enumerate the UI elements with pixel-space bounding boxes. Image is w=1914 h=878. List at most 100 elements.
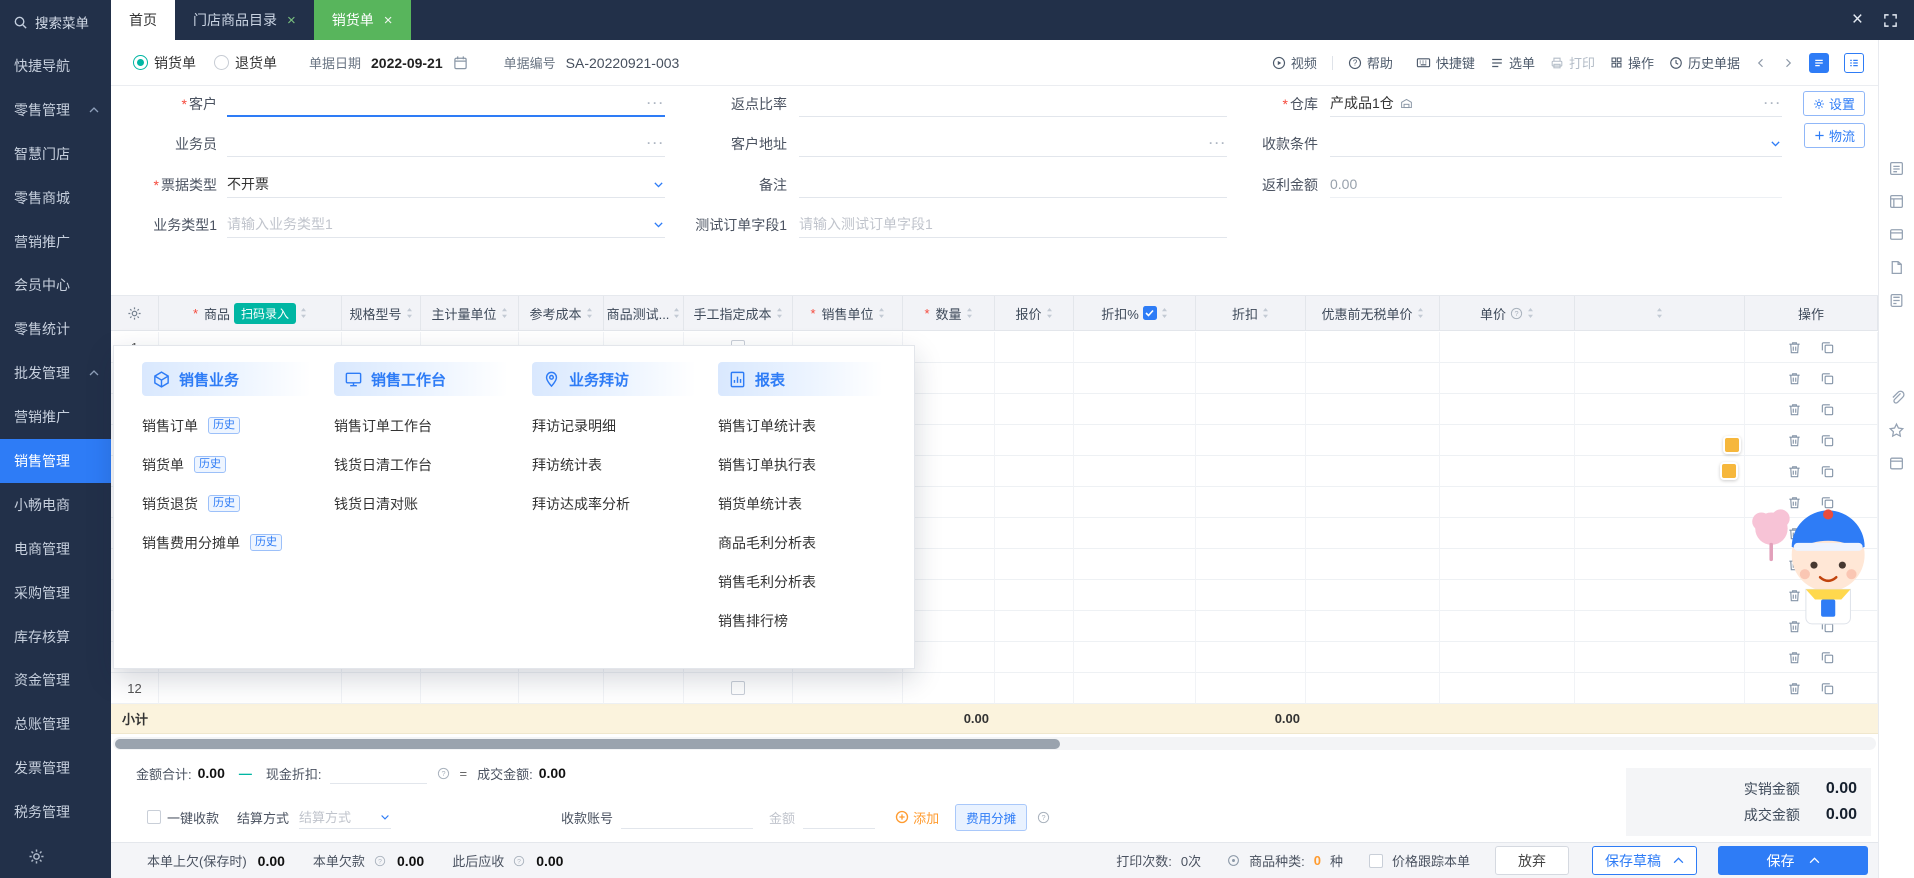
column-header-商品[interactable]: * 商品 扫码录入 bbox=[159, 296, 342, 330]
table-cell[interactable] bbox=[1575, 487, 1745, 518]
popup-menu-item[interactable]: 销售订单工作台 bbox=[334, 406, 532, 445]
copy-row-icon[interactable] bbox=[1820, 433, 1835, 448]
copy-row-icon[interactable] bbox=[1820, 340, 1835, 355]
doc-type-radio-return[interactable]: 退货单 bbox=[214, 53, 277, 73]
column-header-单价[interactable]: 单价? bbox=[1440, 296, 1575, 330]
column-header-规格型号[interactable]: 规格型号 bbox=[342, 296, 421, 330]
table-cell[interactable] bbox=[995, 394, 1074, 425]
save-draft-button[interactable]: 保存草稿 bbox=[1592, 846, 1697, 875]
table-cell[interactable] bbox=[1196, 363, 1306, 394]
table-cell[interactable] bbox=[1306, 487, 1440, 518]
tab-close-icon[interactable]: × bbox=[287, 13, 296, 28]
table-cell[interactable] bbox=[995, 425, 1074, 456]
copy-row-icon[interactable] bbox=[1820, 681, 1835, 696]
table-cell[interactable] bbox=[1306, 363, 1440, 394]
table-cell[interactable] bbox=[1196, 332, 1306, 363]
history-badge[interactable]: 历史 bbox=[250, 534, 282, 551]
table-cell[interactable] bbox=[342, 673, 421, 704]
customer-input[interactable]: ··· bbox=[227, 90, 665, 117]
table-cell[interactable] bbox=[1575, 518, 1745, 549]
delete-row-icon[interactable] bbox=[1787, 402, 1802, 417]
tab-home[interactable]: 首页 bbox=[111, 0, 175, 40]
table-cell[interactable] bbox=[1440, 332, 1575, 363]
table-cell[interactable] bbox=[1440, 394, 1575, 425]
address-input[interactable]: ··· bbox=[799, 130, 1227, 157]
column-header-销售单位[interactable]: * 销售单位 bbox=[793, 296, 903, 330]
table-cell[interactable] bbox=[1745, 673, 1878, 704]
help-icon[interactable]: ? bbox=[437, 767, 450, 780]
table-cell[interactable] bbox=[1196, 518, 1306, 549]
table-cell[interactable] bbox=[1440, 611, 1575, 642]
copy-row-icon[interactable] bbox=[1820, 650, 1835, 665]
discard-button[interactable]: 放弃 bbox=[1495, 846, 1569, 875]
table-cell[interactable] bbox=[1196, 673, 1306, 704]
table-cell[interactable] bbox=[1440, 363, 1575, 394]
column-header-折扣%[interactable]: 折扣% bbox=[1074, 296, 1196, 330]
table-cell[interactable] bbox=[903, 642, 995, 673]
table-cell[interactable] bbox=[995, 518, 1074, 549]
table-cell[interactable] bbox=[1440, 549, 1575, 580]
column-header-主计量单位[interactable]: 主计量单位 bbox=[421, 296, 519, 330]
table-cell[interactable] bbox=[1575, 673, 1745, 704]
add-payment-link[interactable]: 添加 bbox=[895, 808, 939, 827]
table-cell[interactable] bbox=[1196, 425, 1306, 456]
assistant-mascot[interactable] bbox=[1720, 436, 1881, 636]
sidebar-item-3[interactable]: 零售商城 bbox=[0, 176, 111, 220]
doc-type-radio-sale[interactable]: 销货单 bbox=[133, 53, 196, 73]
delete-row-icon[interactable] bbox=[1787, 681, 1802, 696]
popup-menu-item[interactable]: 销货单 历史 bbox=[142, 445, 334, 484]
popup-menu-item[interactable]: 销售排行榜 bbox=[718, 601, 906, 640]
account-input[interactable] bbox=[621, 805, 754, 829]
tab-close-icon[interactable]: × bbox=[384, 13, 393, 28]
payterm-select[interactable] bbox=[1330, 130, 1782, 157]
invoice-type-select[interactable]: 不开票 bbox=[227, 171, 665, 198]
operations-button[interactable]: 操作 bbox=[1610, 53, 1654, 72]
table-cell[interactable] bbox=[1440, 456, 1575, 487]
hotkeys-button[interactable]: 快捷键 bbox=[1416, 53, 1475, 72]
table-cell[interactable] bbox=[1074, 611, 1196, 642]
sidebar-item-17[interactable]: 税务管理 bbox=[0, 790, 111, 834]
table-cell[interactable] bbox=[995, 332, 1074, 363]
video-button[interactable]: 视频 bbox=[1272, 53, 1317, 72]
star-icon[interactable] bbox=[1887, 420, 1907, 440]
popup-menu-item[interactable]: 销售订单 历史 bbox=[142, 406, 334, 445]
table-cell[interactable] bbox=[1306, 642, 1440, 673]
sidebar-item-0[interactable]: 快捷导航 bbox=[0, 44, 111, 88]
table-cell[interactable] bbox=[1440, 580, 1575, 611]
horizontal-scrollbar[interactable] bbox=[113, 737, 1876, 750]
table-cell[interactable] bbox=[1074, 487, 1196, 518]
popup-menu-item[interactable]: 拜访记录明细 bbox=[532, 406, 718, 445]
table-cell[interactable] bbox=[1306, 673, 1440, 704]
table-cell[interactable] bbox=[1575, 363, 1745, 394]
lookup-ellipsis-icon[interactable]: ··· bbox=[647, 136, 665, 150]
popup-menu-item[interactable]: 销货单统计表 bbox=[718, 484, 906, 523]
popup-menu-item[interactable]: 销售订单执行表 bbox=[718, 445, 906, 484]
popup-menu-item[interactable]: 销货退货 历史 bbox=[142, 484, 334, 523]
salesman-input[interactable]: ··· bbox=[227, 130, 665, 157]
settle-select[interactable]: 结算方式 bbox=[299, 805, 392, 829]
scrollbar-thumb[interactable] bbox=[115, 738, 1060, 749]
table-cell[interactable] bbox=[903, 363, 995, 394]
table-cell[interactable] bbox=[1745, 425, 1878, 456]
calendar-icon[interactable] bbox=[453, 55, 468, 70]
history-badge[interactable]: 历史 bbox=[208, 417, 240, 434]
tab-store-catalog[interactable]: 门店商品目录 × bbox=[175, 0, 314, 40]
calculator-icon[interactable] bbox=[1887, 290, 1907, 310]
popup-menu-item[interactable]: 钱货日清对账 bbox=[334, 484, 532, 523]
column-header-数量[interactable]: * 数量 bbox=[903, 296, 995, 330]
delete-row-icon[interactable] bbox=[1787, 371, 1802, 386]
table-cell[interactable] bbox=[995, 456, 1074, 487]
sidebar-item-14[interactable]: 资金管理 bbox=[0, 658, 111, 702]
table-cell[interactable] bbox=[1440, 425, 1575, 456]
table-cell[interactable] bbox=[995, 580, 1074, 611]
print-button[interactable]: 打印 bbox=[1550, 53, 1595, 72]
sidebar-item-8[interactable]: 营销推广 bbox=[0, 395, 111, 439]
table-cell[interactable] bbox=[1745, 332, 1878, 363]
table-cell[interactable] bbox=[1196, 642, 1306, 673]
table-cell[interactable] bbox=[1575, 394, 1745, 425]
table-cell[interactable] bbox=[1745, 642, 1878, 673]
chevron-down-icon[interactable] bbox=[1769, 137, 1782, 150]
column-header-商品测试...[interactable]: 商品测试... bbox=[604, 296, 684, 330]
remark-input[interactable] bbox=[799, 171, 1227, 198]
warehouse-input[interactable]: 产成品1仓 ··· bbox=[1330, 90, 1782, 117]
